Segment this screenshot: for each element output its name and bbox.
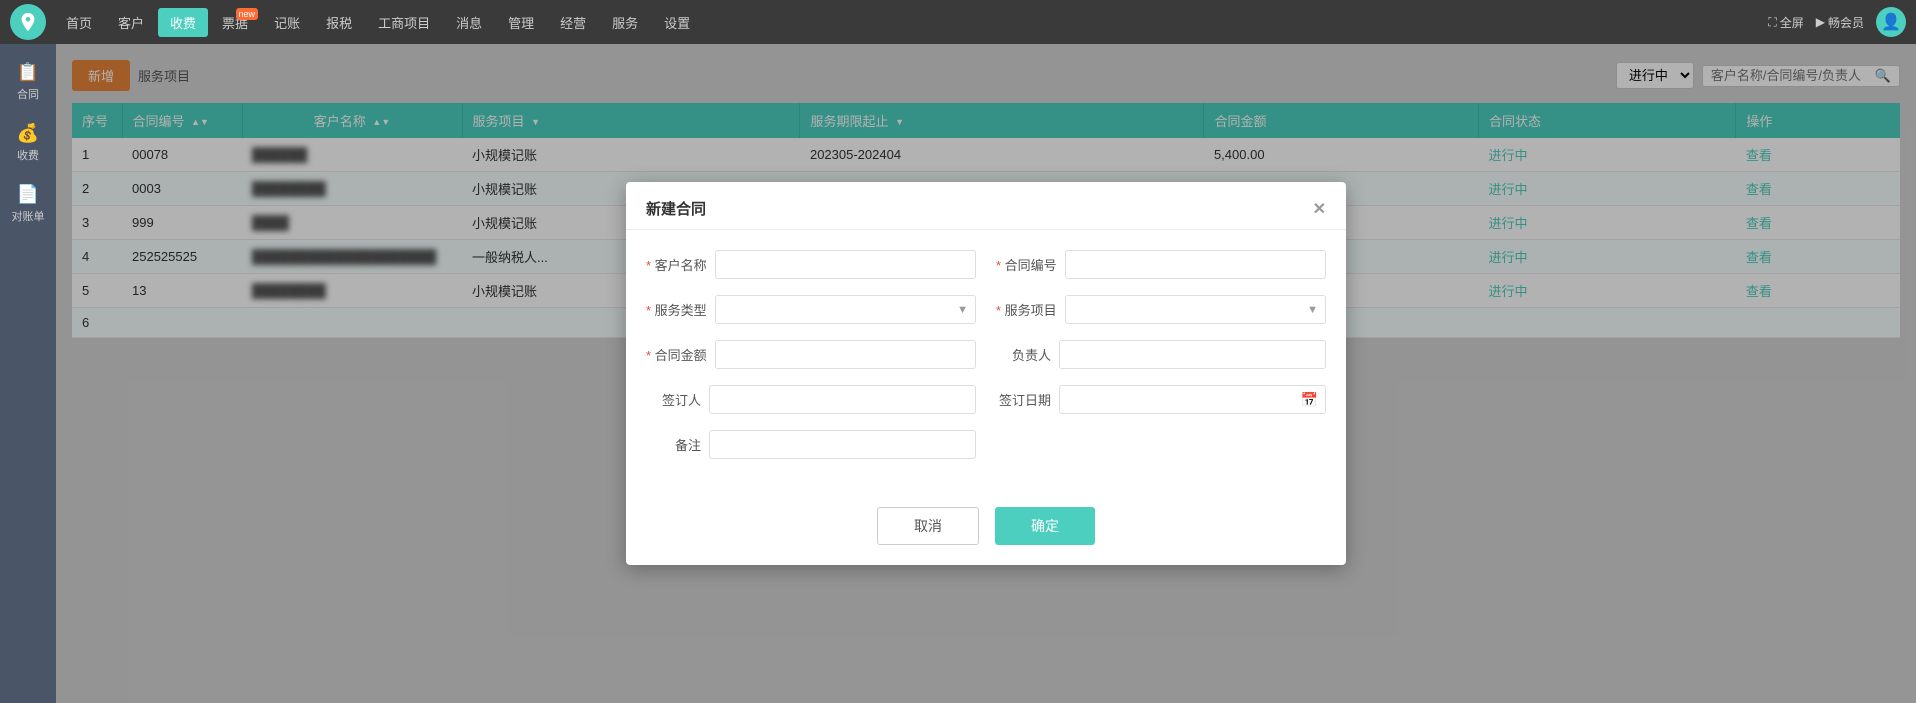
nav-tax[interactable]: 报税 [314, 8, 364, 37]
remark-input[interactable] [709, 430, 976, 459]
responsible-person-input[interactable] [1059, 340, 1326, 369]
signatory-input[interactable] [709, 385, 976, 414]
remark-label: 备注 [646, 435, 701, 454]
form-row-4: 签订人 签订日期 2023-06-06 📅 [646, 385, 1326, 414]
service-item-label: 服务项目 [996, 300, 1057, 319]
service-type-select-wrapper: ▼ [715, 295, 976, 324]
nav-business[interactable]: 工商项目 [366, 8, 442, 37]
form-row-3: 合同金额 0.00 负责人 [646, 340, 1326, 369]
nav-accounting[interactable]: 记账 [262, 8, 312, 37]
avatar-icon: 👤 [1881, 12, 1901, 32]
service-item-select-wrapper: ▼ [1065, 295, 1326, 324]
vip-button[interactable]: ▶ 畅会员 [1816, 14, 1864, 31]
fullscreen-button[interactable]: ⛶ 全屏 [1768, 14, 1803, 31]
top-navigation: 首页 客户 收费 票据 new 记账 报税 工商项目 消息 管理 经营 服务 设… [0, 0, 1916, 44]
user-avatar[interactable]: 👤 [1876, 7, 1906, 37]
responsible-person-label: 负责人 [996, 345, 1051, 364]
contract-amount-group: 合同金额 0.00 [646, 340, 976, 369]
new-contract-modal: 新建合同 ✕ 客户名称 合同编号 [626, 182, 1346, 565]
remark-group: 备注 [646, 430, 976, 459]
nav-items: 首页 客户 收费 票据 new 记账 报税 工商项目 消息 管理 经营 服务 设… [54, 8, 1768, 37]
service-item-select[interactable] [1065, 295, 1326, 324]
nav-customer[interactable]: 客户 [106, 8, 156, 37]
top-nav-right: ⛶ 全屏 ▶ 畅会员 👤 [1768, 7, 1906, 37]
new-badge: new [236, 8, 259, 20]
customer-name-label: 客户名称 [646, 255, 707, 274]
contract-no-group: 合同编号 [996, 250, 1326, 279]
nav-management[interactable]: 管理 [496, 8, 546, 37]
form-row-1: 客户名称 合同编号 [646, 250, 1326, 279]
sidebar-item-billing[interactable]: 💰 收费 [3, 115, 53, 171]
cancel-button[interactable]: 取消 [877, 507, 979, 545]
nav-invoice[interactable]: 票据 new [210, 8, 260, 37]
calendar-icon[interactable]: 📅 [1301, 391, 1318, 408]
sign-date-input[interactable]: 2023-06-06 [1059, 385, 1326, 414]
signatory-label: 签订人 [646, 390, 701, 409]
modal-body: 客户名称 合同编号 服务类型 [626, 230, 1346, 495]
sign-date-group: 签订日期 2023-06-06 📅 [996, 385, 1326, 414]
service-type-group: 服务类型 ▼ [646, 295, 976, 324]
service-item-group: 服务项目 ▼ [996, 295, 1326, 324]
nav-home[interactable]: 首页 [54, 8, 104, 37]
signatory-group: 签订人 [646, 385, 976, 414]
main-content: 新增 服务项目 进行中 已完成 全部 🔍 序号 合同编号 ▲▼ [56, 44, 1916, 703]
nav-messages[interactable]: 消息 [444, 8, 494, 37]
responsible-person-group: 负责人 [996, 340, 1326, 369]
contract-no-label: 合同编号 [996, 255, 1057, 274]
form-row-5: 备注 [646, 430, 1326, 459]
customer-name-input[interactable] [715, 250, 976, 279]
fullscreen-icon: ⛶ [1768, 15, 1776, 30]
sign-date-label: 签订日期 [996, 390, 1051, 409]
nav-operations[interactable]: 经营 [548, 8, 598, 37]
modal-header: 新建合同 ✕ [626, 182, 1346, 230]
billing-icon: 💰 [17, 123, 39, 144]
main-layout: 📋 合同 💰 收费 📄 对账单 新增 服务项目 进行中 已完成 全部 🔍 [0, 44, 1916, 703]
modal-close-button[interactable]: ✕ [1313, 199, 1326, 219]
contract-amount-input[interactable]: 0.00 [715, 340, 976, 369]
contract-no-input[interactable] [1065, 250, 1326, 279]
service-type-label: 服务类型 [646, 300, 707, 319]
sign-date-wrapper: 2023-06-06 📅 [1059, 385, 1326, 414]
contract-amount-label: 合同金额 [646, 345, 707, 364]
customer-name-group: 客户名称 [646, 250, 976, 279]
sidebar: 📋 合同 💰 收费 📄 对账单 [0, 44, 56, 703]
confirm-button[interactable]: 确定 [995, 507, 1095, 545]
modal-title: 新建合同 [646, 198, 706, 219]
app-logo[interactable] [10, 4, 46, 40]
contract-icon: 📋 [17, 62, 39, 83]
sidebar-item-contract[interactable]: 📋 合同 [3, 54, 53, 110]
service-type-select[interactable] [715, 295, 976, 324]
modal-footer: 取消 确定 [626, 495, 1346, 565]
nav-services[interactable]: 服务 [600, 8, 650, 37]
nav-billing[interactable]: 收费 [158, 8, 208, 37]
sidebar-item-statement[interactable]: 📄 对账单 [3, 176, 53, 232]
statement-icon: 📄 [17, 184, 39, 205]
form-row-2: 服务类型 ▼ 服务项目 ▼ [646, 295, 1326, 324]
modal-overlay: 新建合同 ✕ 客户名称 合同编号 [56, 44, 1916, 703]
vip-icon: ▶ [1816, 15, 1825, 29]
nav-settings[interactable]: 设置 [652, 8, 702, 37]
